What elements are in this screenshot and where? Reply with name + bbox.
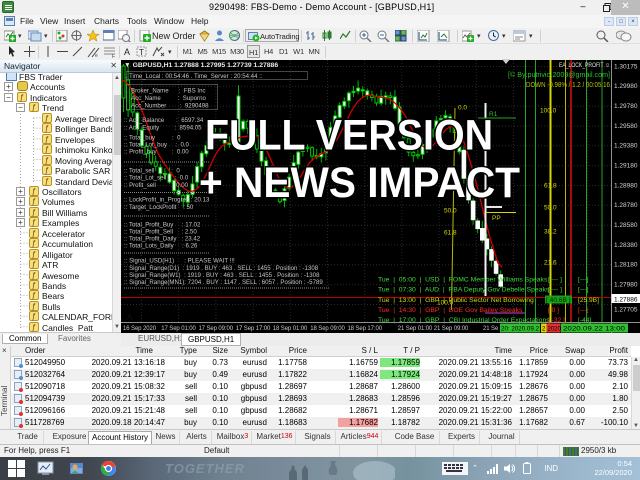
svg-text:[25.9B]: [25.9B]	[578, 297, 599, 304]
svg-text:1.28180: 1.28180	[614, 262, 638, 269]
svg-text:18 Sep 01:00: 18 Sep 01:00	[273, 326, 308, 332]
svg-text:21.6: 21.6	[544, 259, 557, 266]
svg-text:1.28780: 1.28780	[614, 202, 638, 209]
svg-text::: Total_Lots_Daily : 6.26: :: Total_Lots_Daily : 6.26	[124, 242, 198, 249]
svg-text::: Signal_Range(D1) : 1919 .: :: Signal_Range(D1) : 1919 . BUY : 463 .…	[124, 265, 319, 272]
svg-text::: Total_Lot_sell : 0.0: :: Total_Lot_sell : 0.0	[124, 174, 189, 181]
svg-text:21 Se: 21 Se	[483, 326, 499, 332]
svg-text:Tue | 17:00 | GBP | CBI: Tue | 17:00 | GBP | CBI Industrial Order…	[378, 317, 550, 324]
svg-text:1.28380: 1.28380	[614, 242, 638, 249]
svg-text:1.29580: 1.29580	[614, 123, 638, 130]
svg-text:1.29380: 1.29380	[614, 143, 638, 150]
svg-text:[---]: [---]	[578, 307, 588, 314]
svg-text:1.29180: 1.29180	[614, 163, 638, 170]
svg-text:21 Sep 01:00: 21 Sep 01:00	[398, 326, 433, 332]
svg-text:Acc_Number : 9290498: Acc_Number : 9290498	[131, 102, 209, 109]
svg-text:38.2: 38.2	[544, 228, 557, 235]
svg-text:Tue | 14:30 | GBP | BOE: Tue | 14:30 | GBP | BOE Gov Bailey Speak…	[378, 307, 523, 314]
svg-text::: Target_LockProfit : 50: :: Target_LockProfit : 50	[124, 204, 194, 211]
svg-text:Tue | 07:30 | AUD | RBA: Tue | 07:30 | AUD | RBA Deputy Gov Debel…	[378, 286, 550, 293]
svg-text:21 Sep 09:00: 21 Sep 09:00	[434, 326, 469, 332]
svg-text::: Total_Profit_Sell : 2.5: :: Total_Profit_Sell : 2.50	[124, 228, 197, 235]
svg-text:2020.09.22 13:00: 2020.09.22 13:00	[563, 326, 626, 333]
svg-text:18 Sep 09:00: 18 Sep 09:00	[310, 326, 345, 332]
svg-text:1.27886: 1.27886	[614, 296, 638, 303]
svg-text:2020: 2020	[548, 327, 562, 333]
svg-text::: Total_buy : 0: :: Total_buy : 0	[124, 134, 181, 141]
svg-text:1.27980: 1.27980	[614, 282, 638, 289]
svg-text::: LockProfit_in_Progres : 20.: :: LockProfit_in_Progres : 20.13	[124, 196, 210, 203]
svg-text:1.30175: 1.30175	[614, 63, 638, 70]
svg-text:[-44]: [-44]	[578, 317, 591, 324]
svg-text:Broker_Name : FBS Inc: Broker_Name : FBS Inc	[131, 87, 206, 94]
svg-text:[ --- ]: [ --- ]	[548, 276, 562, 283]
svg-text:[---]: [---]	[578, 286, 588, 293]
svg-text:+ NEWS IMPACT: + NEWS IMPACT	[199, 160, 520, 207]
svg-text:PP: PP	[492, 215, 501, 222]
svg-text::: Signal_Range(W1) : 1919 .: :: Signal_Range(W1) : 1919 . BUY : 463 .…	[124, 272, 320, 279]
svg-text:Acc_Name : Suporno: Acc_Name : Suporno	[131, 95, 206, 102]
svg-text::: Profit_buy : 0.00: :: Profit_buy : 0.00	[124, 148, 189, 155]
svg-text:[---]: [---]	[578, 276, 588, 283]
svg-text:Tue | 05:00 | USD | FOMC: Tue | 05:00 | USD | FOMC Member Williams…	[378, 276, 548, 283]
svg-text:1.27705: 1.27705	[614, 307, 638, 314]
svg-text:EA_LOCK_PROFIT ☺: EA_LOCK_PROFIT ☺	[559, 62, 610, 69]
svg-text:100.0: 100.0	[540, 107, 557, 114]
svg-text:61.8: 61.8	[444, 229, 457, 236]
svg-text:1.29980: 1.29980	[614, 83, 638, 90]
svg-text::: Total_Profit_Daily : 23.4: :: Total_Profit_Daily : 23.42	[124, 235, 201, 242]
svg-text:1.28980: 1.28980	[614, 182, 638, 189]
svg-text:[© By:putrivio.2009@gmail.com]: [© By:putrivio.2009@gmail.com]	[508, 71, 610, 79]
svg-text::: Total_Profit_Buy : 17.0: :: Total_Profit_Buy : 17.02	[124, 221, 201, 228]
svg-text::: Acc_Equity : 8594.: :: Acc_Equity : 8594.05	[124, 124, 202, 131]
svg-text:17 Sep 01:00: 17 Sep 01:00	[161, 326, 196, 332]
svg-text:[ --- ]: [ --- ]	[548, 286, 562, 293]
svg-text:▼ GBPUSD,H1 1.27888 1.27995 1: ▼ GBPUSD,H1 1.27888 1.27995 1.27739 1.27…	[124, 62, 278, 69]
svg-text:0.0: 0.0	[458, 104, 467, 111]
svg-text:17 Sep 09:00: 17 Sep 09:00	[198, 326, 233, 332]
svg-text::: Signal_USD(H1) : PLEAS: :: Signal_USD(H1) : PLEASE WAIT !!!	[124, 257, 235, 264]
svg-text:DOWN -0.98% / 1.2 / 00:05:16: DOWN -0.98% / 1.2 / 00:05:16	[526, 82, 610, 89]
svg-text:1.28580: 1.28580	[614, 222, 638, 229]
svg-text:17 Sep 17:00: 17 Sep 17:00	[236, 326, 271, 332]
svg-text::: Signal_Range(MN1): 7204 . B: :: Signal_Range(MN1): 7204 . BUY : 1147 …	[124, 279, 323, 286]
svg-text::: Total_sell : 0: :: Total_sell : 0	[124, 167, 180, 174]
svg-text:16 Sep 2020: 16 Sep 2020	[123, 326, 157, 332]
svg-text:18 Sep 17:00: 18 Sep 17:00	[347, 326, 382, 332]
svg-text:[ 40.6B ]: [ 40.6B ]	[546, 297, 571, 304]
svg-text:FULL VERSION: FULL VERSION	[205, 113, 493, 160]
svg-text::: Time_Local : 00:54:46 . Tim: :: Time_Local : 00:54:46 . Time_Server :…	[124, 73, 263, 80]
svg-text:1.29780: 1.29780	[614, 103, 638, 110]
svg-text::: Total_Lot_buy : 0.0: :: Total_Lot_buy : 0.0	[124, 141, 190, 148]
svg-text:Tue | 13:00 | GBP | Publ: Tue | 13:00 | GBP | Public Sector Net Bo…	[378, 297, 534, 304]
svg-text:61.8: 61.8	[544, 182, 557, 189]
svg-text:20: 2020.09.2: 20: 2020.09.2	[501, 327, 540, 333]
svg-text:50.0: 50.0	[444, 207, 457, 214]
svg-text::: Profit_sell : 0.00: :: Profit_sell : 0.00	[124, 182, 189, 189]
svg-text:[ 0 ]: [ 0 ]	[548, 307, 559, 314]
svg-text:[ -32 ]: [ -32 ]	[548, 317, 565, 324]
svg-text::: Acc_Balance : 6597.3: :: Acc_Balance : 6597.34	[124, 117, 204, 124]
svg-text:50.0: 50.0	[544, 204, 557, 211]
